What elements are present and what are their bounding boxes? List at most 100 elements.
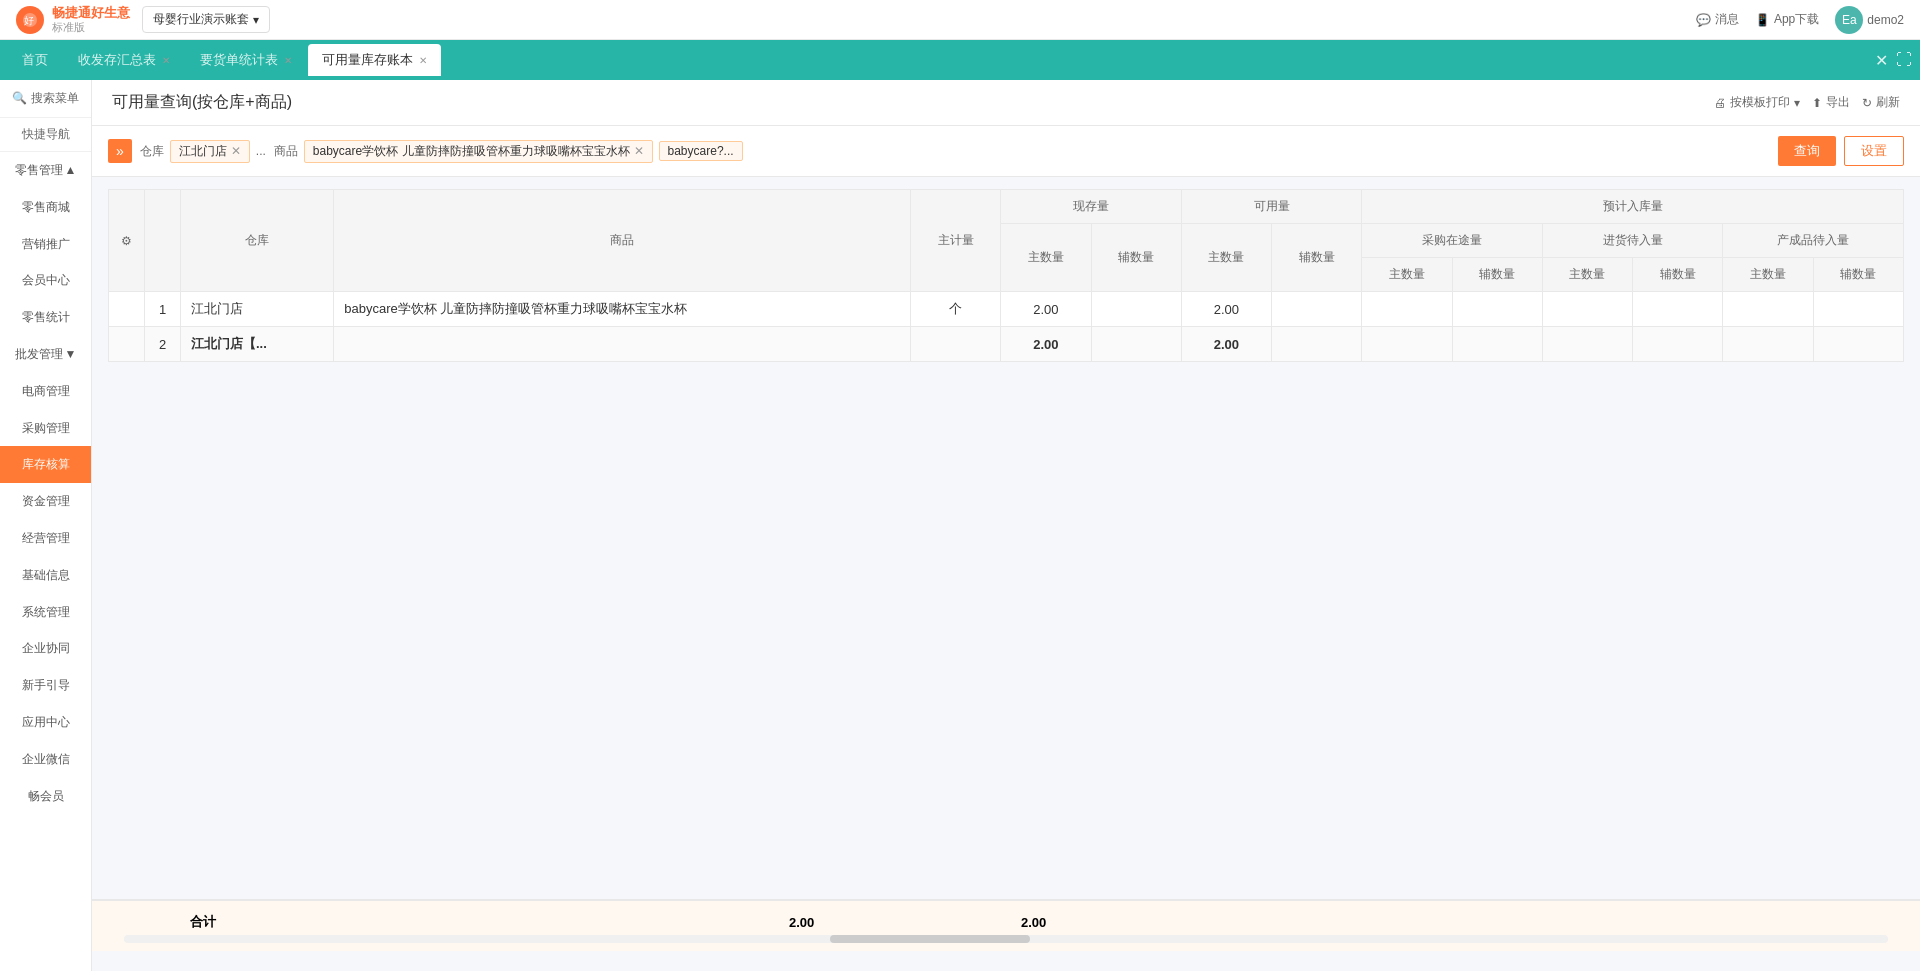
tab-home[interactable]: 首页 (8, 44, 62, 76)
sidebar-item-wholesale-mgmt[interactable]: 批发管理 ▼ (0, 336, 91, 373)
total-current-aux (860, 909, 976, 935)
th-current-main-qty: 主数量 (1001, 224, 1091, 292)
sidebar-item-member2[interactable]: 畅会员 (0, 778, 91, 815)
sidebar-item-ecommerce[interactable]: 电商管理 (0, 373, 91, 410)
svg-text:好: 好 (24, 15, 34, 26)
product-filter: 商品 babycare学饮杯 儿童防摔防撞吸管杯重力球吸嘴杯宝宝水杯 ✕ bab… (274, 140, 743, 163)
product-remove-icon-1[interactable]: ✕ (634, 144, 644, 158)
sidebar-item-purchase[interactable]: 采购管理 (0, 410, 91, 447)
row1-current-main: 2.00 (1001, 292, 1091, 327)
subtotal-production-aux (1813, 327, 1903, 362)
tab-home-label: 首页 (22, 51, 48, 69)
settings-icon[interactable]: ⚙ (121, 234, 132, 248)
sidebar-item-finance[interactable]: 资金管理 (0, 483, 91, 520)
sidebar-item-system[interactable]: 系统管理 (0, 594, 91, 631)
fullscreen-icon[interactable]: ⛶ (1896, 51, 1912, 69)
tab-inventory[interactable]: 可用量库存账本 ✕ (308, 44, 441, 76)
tab-inventory-close[interactable]: ✕ (419, 55, 427, 66)
refresh-button[interactable]: ↻ 刷新 (1862, 94, 1900, 111)
filter-area: » 仓库 江北门店 ✕ ... 商品 babycare学饮杯 儿童防摔防撞吸管杯… (92, 126, 1920, 177)
sidebar-retail-stats-label: 零售统计 (22, 310, 70, 324)
tab-requisition-label: 要货单统计表 (200, 51, 278, 69)
sidebar-item-retail-stats[interactable]: 零售统计 (0, 299, 91, 336)
logo-subtitle: 标准版 (52, 21, 130, 34)
tab-requisition[interactable]: 要货单统计表 ✕ (186, 44, 306, 76)
app-download-button[interactable]: 📱 App下载 (1755, 11, 1819, 28)
scrollbar-thumb[interactable] (830, 935, 1030, 943)
sidebar-retail-store-label: 零售商城 (22, 200, 70, 214)
sidebar-item-basic-info[interactable]: 基础信息 (0, 557, 91, 594)
logo-area: 好 畅捷通好生意 标准版 (16, 5, 130, 34)
sidebar-new-guide-label: 新手引导 (22, 678, 70, 692)
warehouse-more-indicator[interactable]: ... (256, 144, 266, 158)
warehouse-tag[interactable]: 江北门店 ✕ (170, 140, 250, 163)
th-available-group: 可用量 (1181, 190, 1362, 224)
sidebar-item-marketing[interactable]: 营销推广 (0, 226, 91, 263)
message-button[interactable]: 💬 消息 (1696, 11, 1739, 28)
sidebar-item-enterprise[interactable]: 企业协同 (0, 630, 91, 667)
total-production-aux (1788, 909, 1904, 935)
tab-receipts[interactable]: 收发存汇总表 ✕ (64, 44, 184, 76)
th-incoming-group: 进货待入量 (1542, 224, 1723, 258)
sidebar-item-enterprise-wechat[interactable]: 企业微信 (0, 741, 91, 778)
export-label: 导出 (1826, 94, 1850, 111)
product-tag-1[interactable]: babycare学饮杯 儿童防摔防撞吸管杯重力球吸嘴杯宝宝水杯 ✕ (304, 140, 653, 163)
nav-tabs: 首页 收发存汇总表 ✕ 要货单统计表 ✕ 可用量库存账本 ✕ ✕ ⛶ (0, 40, 1920, 80)
total-cell-0 (108, 909, 144, 935)
total-purchase-aux (1324, 909, 1440, 935)
th-num (145, 190, 181, 292)
filter-expand-button[interactable]: » (108, 139, 132, 163)
warehouse-remove-icon[interactable]: ✕ (231, 144, 241, 158)
settings-button[interactable]: 设置 (1844, 136, 1904, 166)
th-incoming-main-qty: 主数量 (1542, 258, 1632, 292)
subtotal-incoming-main (1542, 327, 1632, 362)
product-tag-2[interactable]: babycare?... (659, 141, 743, 161)
tab-receipts-close[interactable]: ✕ (162, 55, 170, 66)
user-area[interactable]: Ea demo2 (1835, 6, 1904, 34)
subtotal-available-main: 2.00 (1181, 327, 1271, 362)
sidebar-item-member[interactable]: 会员中心 (0, 262, 91, 299)
sidebar-purchase-label: 采购管理 (22, 421, 70, 435)
sidebar-retail-mgmt-label: 零售管理 (15, 162, 63, 179)
th-unit: 主计量 (910, 190, 1000, 292)
subtotal-settings (109, 327, 145, 362)
tab-requisition-close[interactable]: ✕ (284, 55, 292, 66)
row1-purchase-aux (1452, 292, 1542, 327)
warehouse-filter-label: 仓库 (140, 143, 164, 160)
subtotal-row: 2 江北门店【... 2.00 2.00 (109, 327, 1904, 362)
sidebar-ecommerce-label: 电商管理 (22, 384, 70, 398)
sidebar-enterprise-wechat-label: 企业微信 (22, 752, 70, 766)
avatar: Ea (1835, 6, 1863, 34)
phone-icon: 📱 (1755, 13, 1770, 27)
print-template-button[interactable]: 🖨 按模板打印 ▾ (1714, 94, 1800, 111)
sidebar-item-inventory-check[interactable]: 库存核算 (0, 446, 91, 483)
subtotal-production-main (1723, 327, 1813, 362)
sidebar-item-retail-mgmt[interactable]: 零售管理 ▲ (0, 152, 91, 189)
sidebar-item-operations[interactable]: 经营管理 (0, 520, 91, 557)
export-button[interactable]: ⬆ 导出 (1812, 94, 1850, 111)
total-current-main: 2.00 (744, 909, 860, 935)
sidebar-item-new-guide[interactable]: 新手引导 (0, 667, 91, 704)
close-all-tabs-icon[interactable]: ✕ (1875, 51, 1888, 70)
sidebar-quick-nav[interactable]: 快捷导航 (0, 118, 91, 152)
chevron-down-icon: ▼ (65, 346, 77, 363)
page-header: 可用量查询(按仓库+商品) 🖨 按模板打印 ▾ ⬆ 导出 ↻ 刷新 (92, 80, 1920, 126)
sidebar-item-app-center[interactable]: 应用中心 (0, 704, 91, 741)
subtotal-warehouse: 江北门店【... (181, 327, 334, 362)
subtotal-purchase-aux (1452, 327, 1542, 362)
chevron-icon: ▲ (65, 162, 77, 179)
total-row: 合计 2.00 2.00 (108, 909, 1904, 935)
industry-selector[interactable]: 母婴行业演示账套 ▾ (142, 6, 270, 33)
row1-production-aux (1813, 292, 1903, 327)
industry-label: 母婴行业演示账套 (153, 11, 249, 28)
query-button[interactable]: 查询 (1778, 136, 1836, 166)
horizontal-scrollbar[interactable] (124, 935, 1888, 943)
data-table: ⚙ 仓库 商品 主计量 现存量 可用量 预计入库量 主数量 辅数量 主数量 (108, 189, 1904, 362)
sidebar-search[interactable]: 🔍 搜索菜单 (0, 80, 91, 118)
sidebar-enterprise-label: 企业协同 (22, 641, 70, 655)
export-icon: ⬆ (1812, 96, 1822, 110)
sidebar-item-retail-store[interactable]: 零售商城 (0, 189, 91, 226)
sidebar-search-label: 搜索菜单 (31, 91, 79, 105)
th-production-aux-qty: 辅数量 (1813, 258, 1903, 292)
th-incoming-aux-qty: 辅数量 (1633, 258, 1723, 292)
